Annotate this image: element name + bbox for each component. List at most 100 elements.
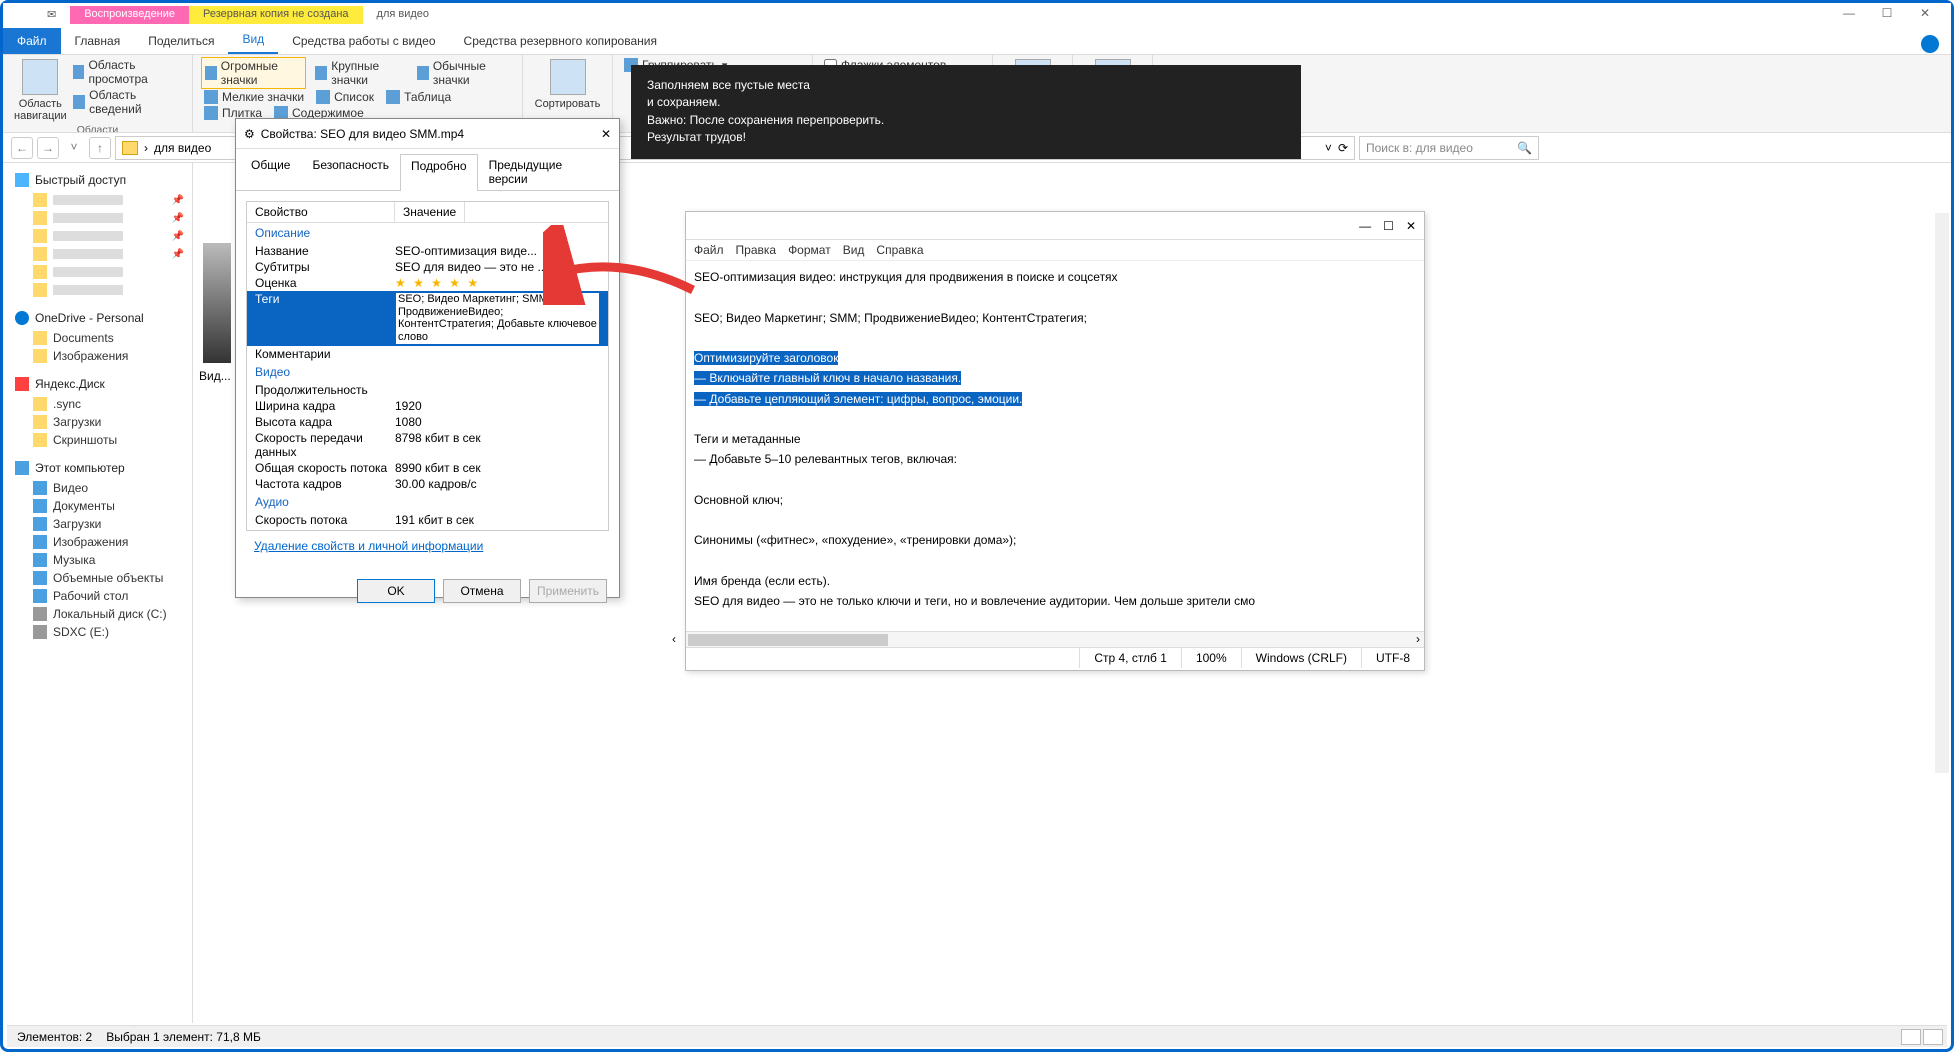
- scrollbar-thumb[interactable]: [688, 634, 888, 646]
- properties-titlebar[interactable]: ⚙Свойства: SEO для видео SMM.mp4 ✕: [236, 119, 619, 149]
- tab-details[interactable]: Подробно: [400, 154, 478, 191]
- selected-text: — Включайте главный ключ в начало назван…: [694, 371, 961, 385]
- tab-backup-tools[interactable]: Средства резервного копирования: [450, 28, 671, 54]
- notepad-minimize[interactable]: —: [1359, 219, 1371, 233]
- prop-row-framerate[interactable]: Частота кадров30.00 кадров/с: [247, 476, 608, 492]
- tab-home[interactable]: Главная: [61, 28, 135, 54]
- tab-share[interactable]: Поделиться: [134, 28, 228, 54]
- sidebar-item-3d[interactable]: Объемные объекты: [3, 569, 192, 587]
- title-tab-folder[interactable]: для видео: [363, 6, 444, 24]
- sidebar-item-sync[interactable]: .sync: [3, 395, 192, 413]
- video-thumbnail[interactable]: [203, 243, 231, 363]
- sidebar-item-blur[interactable]: 📌: [3, 191, 192, 209]
- nav-pane-button[interactable]: Область навигации: [11, 97, 70, 123]
- sidebar-quick-access[interactable]: Быстрый доступ: [3, 169, 192, 191]
- forward-button[interactable]: →: [37, 137, 59, 159]
- list-button[interactable]: Список: [313, 89, 377, 105]
- prop-row-width[interactable]: Ширина кадра1920: [247, 398, 608, 414]
- nav-pane-icon[interactable]: [22, 59, 58, 95]
- sidebar-this-pc[interactable]: Этот компьютер: [3, 457, 192, 479]
- sort-button[interactable]: Сортировать: [531, 97, 604, 111]
- col-property[interactable]: Свойство: [247, 202, 395, 222]
- window-controls: — ☐ ✕: [1831, 6, 1943, 26]
- notepad-titlebar[interactable]: — ☐ ✕: [686, 212, 1424, 240]
- notepad-maximize[interactable]: ☐: [1383, 219, 1394, 233]
- menu-help[interactable]: Справка: [876, 243, 923, 257]
- tab-video-tools[interactable]: Средства работы с видео: [278, 28, 449, 54]
- properties-close-button[interactable]: ✕: [601, 127, 611, 141]
- sidebar-item-screenshots[interactable]: Скриншоты: [3, 431, 192, 449]
- sidebar-item-images[interactable]: Изображения: [3, 347, 192, 365]
- sidebar-item-downloads[interactable]: Загрузки: [3, 413, 192, 431]
- refresh-button[interactable]: ⟳: [1338, 141, 1348, 155]
- sidebar-item-blur[interactable]: 📌: [3, 245, 192, 263]
- notepad-h-scrollbar[interactable]: ›‹: [686, 631, 1424, 647]
- breadcrumb-sep: ›: [144, 141, 148, 155]
- notepad-textarea[interactable]: SEO-оптимизация видео: инструкция для пр…: [686, 261, 1424, 631]
- apply-button[interactable]: Применить: [529, 579, 607, 603]
- back-button[interactable]: ←: [11, 137, 33, 159]
- tab-view[interactable]: Вид: [228, 26, 278, 54]
- view-thumbs-icon[interactable]: [1923, 1029, 1943, 1045]
- col-value[interactable]: Значение: [395, 202, 465, 222]
- cancel-button[interactable]: Отмена: [443, 579, 521, 603]
- explorer-v-scrollbar[interactable]: [1935, 213, 1949, 773]
- tab-general[interactable]: Общие: [240, 153, 301, 190]
- sidebar-item-images2[interactable]: Изображения: [3, 533, 192, 551]
- prop-row-height[interactable]: Высота кадра1080: [247, 414, 608, 430]
- prop-row-comments[interactable]: Комментарии: [247, 346, 608, 362]
- sidebar-onedrive[interactable]: OneDrive - Personal: [3, 307, 192, 329]
- close-button[interactable]: ✕: [1907, 6, 1943, 26]
- addr-dropdown[interactable]: ˅: [1325, 141, 1332, 155]
- breadcrumb-path[interactable]: для видео: [154, 141, 211, 155]
- menu-edit[interactable]: Правка: [736, 243, 777, 257]
- tab-security[interactable]: Безопасность: [301, 153, 400, 190]
- sidebar-item-local-disk[interactable]: Локальный диск (C:): [3, 605, 192, 623]
- huge-icons-button[interactable]: Огромные значки: [201, 57, 306, 89]
- sidebar-item-desktop[interactable]: Рабочий стол: [3, 587, 192, 605]
- menu-view[interactable]: Вид: [843, 243, 865, 257]
- search-input[interactable]: Поиск в: для видео 🔍: [1359, 136, 1539, 160]
- tab-file[interactable]: Файл: [3, 28, 61, 54]
- notepad-close[interactable]: ✕: [1406, 219, 1416, 233]
- sidebar-item-downloads2[interactable]: Загрузки: [3, 515, 192, 533]
- ok-button[interactable]: OK: [357, 579, 435, 603]
- details-pane-button[interactable]: Область сведений: [70, 87, 184, 117]
- table-button[interactable]: Таблица: [383, 89, 454, 105]
- title-tab-playback[interactable]: Воспроизведение: [70, 6, 189, 24]
- sidebar-item-video[interactable]: Видео: [3, 479, 192, 497]
- sidebar-item-documents[interactable]: Documents: [3, 329, 192, 347]
- prop-row-total-bitrate[interactable]: Общая скорость потока8990 кбит в сек: [247, 460, 608, 476]
- medium-icons-button[interactable]: Обычные значки: [414, 57, 514, 89]
- prop-row-bitrate[interactable]: Скорость передачи данных8798 кбит в сек: [247, 430, 608, 460]
- title-tab-backup[interactable]: Резервная копия не создана: [189, 6, 363, 24]
- edge-icon[interactable]: [1921, 35, 1939, 53]
- sidebar-item-sdxc[interactable]: SDXC (E:): [3, 623, 192, 641]
- large-icons-button[interactable]: Крупные значки: [312, 57, 408, 89]
- sort-icon[interactable]: [550, 59, 586, 95]
- scroll-left-icon[interactable]: ‹: [672, 632, 676, 646]
- up-button[interactable]: ↑: [89, 137, 111, 159]
- sidebar-item-blur[interactable]: [3, 263, 192, 281]
- scroll-right-icon[interactable]: ›: [1416, 632, 1420, 646]
- prop-row-duration[interactable]: Продолжительность: [247, 382, 608, 398]
- sidebar-item-blur[interactable]: 📌: [3, 227, 192, 245]
- sidebar-item-blur[interactable]: [3, 281, 192, 299]
- sidebar-item-blur[interactable]: 📌: [3, 209, 192, 227]
- history-dropdown[interactable]: ˅: [63, 137, 85, 159]
- prop-row-channels[interactable]: Каналы, количество2 (стерео): [247, 528, 608, 531]
- minimize-button[interactable]: —: [1831, 6, 1867, 26]
- preview-pane-button[interactable]: Область просмотра: [70, 57, 184, 87]
- prop-row-audio-bitrate[interactable]: Скорость потока191 кбит в сек: [247, 512, 608, 528]
- small-icons-button[interactable]: Мелкие значки: [201, 89, 307, 105]
- sidebar-item-docs[interactable]: Документы: [3, 497, 192, 515]
- menu-format[interactable]: Формат: [788, 243, 831, 257]
- tab-previous[interactable]: Предыдущие версии: [478, 153, 615, 190]
- remove-properties-link[interactable]: Удаление свойств и личной информации: [246, 531, 491, 561]
- sidebar-yandex-disk[interactable]: Яндекс.Диск: [3, 373, 192, 395]
- view-details-icon[interactable]: [1901, 1029, 1921, 1045]
- maximize-button[interactable]: ☐: [1869, 6, 1905, 26]
- search-icon[interactable]: 🔍: [1517, 141, 1532, 155]
- panes-group-label: Области: [11, 123, 184, 133]
- sidebar-item-music[interactable]: Музыка: [3, 551, 192, 569]
